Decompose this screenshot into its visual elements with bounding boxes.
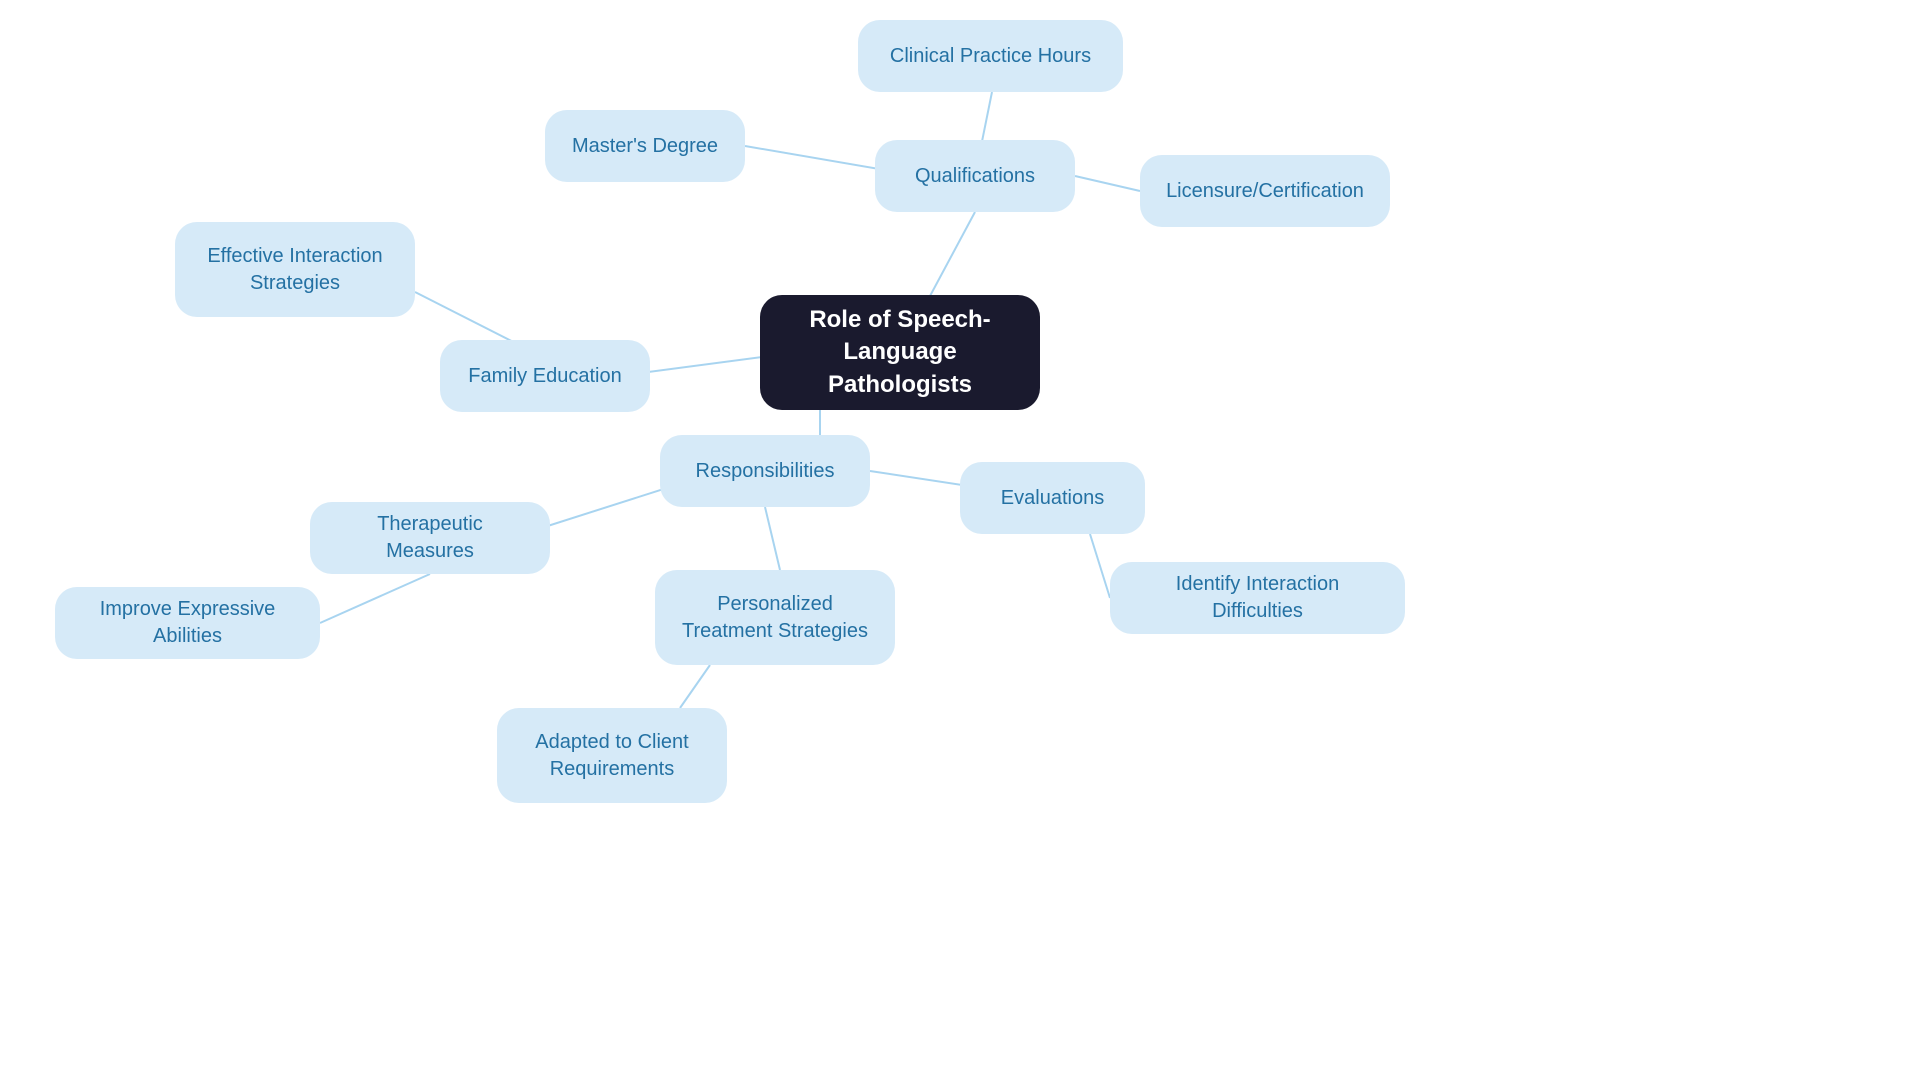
therapeutic-measures-label: Therapeutic Measures <box>332 511 528 565</box>
clinical-practice-label: Clinical Practice Hours <box>890 43 1091 70</box>
identify-interaction-node: Identify Interaction Difficulties <box>1110 562 1405 634</box>
effective-interaction-node: Effective Interaction Strategies <box>175 222 415 317</box>
evaluations-label: Evaluations <box>1001 485 1104 512</box>
effective-interaction-label: Effective Interaction Strategies <box>197 243 393 297</box>
improve-expressive-node: Improve Expressive Abilities <box>55 587 320 659</box>
licensure-node: Licensure/Certification <box>1140 155 1390 227</box>
evaluations-node: Evaluations <box>960 462 1145 534</box>
responsibilities-node: Responsibilities <box>660 435 870 507</box>
therapeutic-measures-node: Therapeutic Measures <box>310 502 550 574</box>
masters-degree-label: Master's Degree <box>572 133 718 160</box>
licensure-label: Licensure/Certification <box>1166 178 1364 205</box>
personalized-treatment-node: Personalized Treatment Strategies <box>655 570 895 665</box>
qualifications-label: Qualifications <box>915 163 1035 190</box>
masters-degree-node: Master's Degree <box>545 110 745 182</box>
center-node: Role of Speech-Language Pathologists <box>760 295 1040 410</box>
center-label: Role of Speech-Language Pathologists <box>782 304 1018 401</box>
responsibilities-label: Responsibilities <box>696 458 835 485</box>
adapted-label: Adapted to Client Requirements <box>519 729 705 783</box>
family-education-node: Family Education <box>440 340 650 412</box>
identify-interaction-label: Identify Interaction Difficulties <box>1132 571 1383 625</box>
improve-expressive-label: Improve Expressive Abilities <box>77 596 298 650</box>
clinical-practice-node: Clinical Practice Hours <box>858 20 1123 92</box>
personalized-treatment-label: Personalized Treatment Strategies <box>677 591 873 645</box>
adapted-node: Adapted to Client Requirements <box>497 708 727 803</box>
qualifications-node: Qualifications <box>875 140 1075 212</box>
family-education-label: Family Education <box>468 363 621 390</box>
